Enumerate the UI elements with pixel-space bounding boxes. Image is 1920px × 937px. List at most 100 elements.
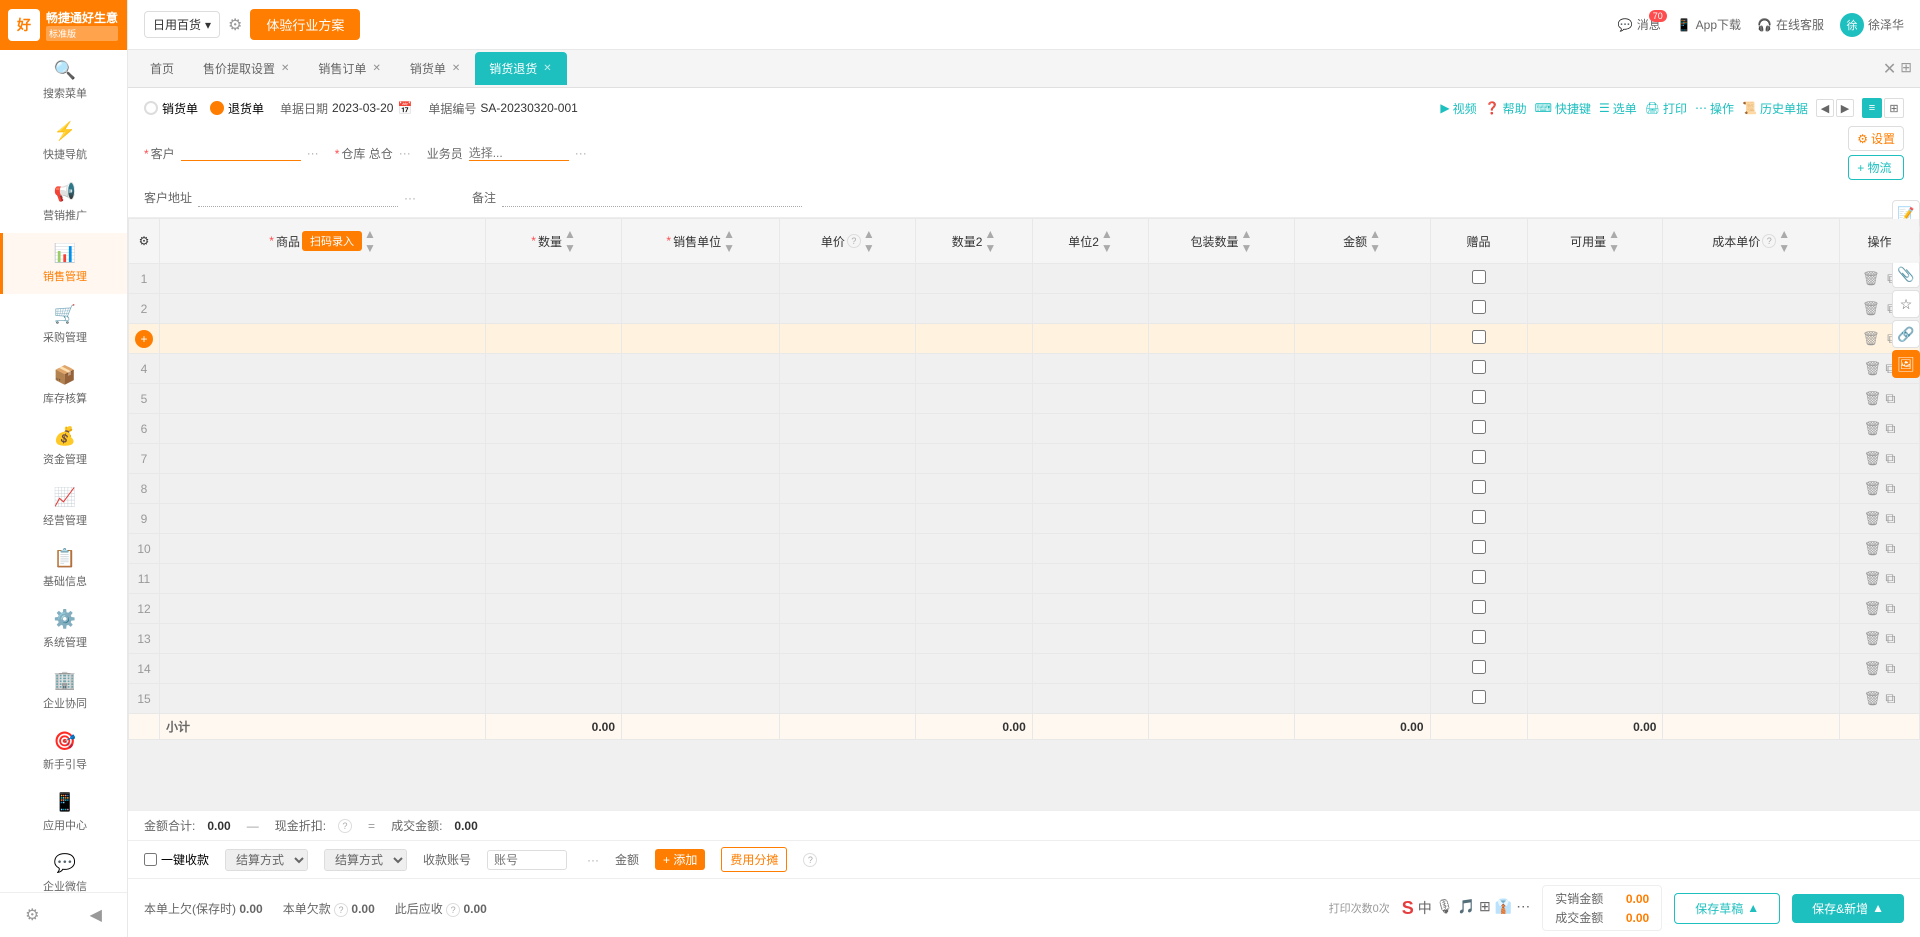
help-icon[interactable]: ? xyxy=(847,234,861,248)
gift-checkbox[interactable] xyxy=(1472,660,1486,674)
warehouse-select-btn[interactable]: ··· xyxy=(399,146,411,160)
delete-row-btn[interactable]: 🗑 xyxy=(1860,268,1882,289)
copy-row-btn[interactable]: ⧉ xyxy=(1883,658,1897,679)
gift-checkbox[interactable] xyxy=(1472,390,1486,404)
gift-checkbox[interactable] xyxy=(1472,330,1486,344)
add-payment-btn[interactable]: + 添加 xyxy=(655,849,705,870)
remark-input[interactable] xyxy=(502,188,802,207)
sidebar-item-inventory[interactable]: 📦 库存核算 xyxy=(0,355,127,416)
gift-checkbox[interactable] xyxy=(1472,270,1486,284)
rp-star-btn[interactable]: ☆ xyxy=(1892,290,1920,318)
tab-close-icon[interactable]: ✕ xyxy=(543,63,551,74)
experience-plan-button[interactable]: 体验行业方案 xyxy=(250,9,360,40)
tab-close-icon[interactable]: ✕ xyxy=(452,63,460,74)
tab-sales-return[interactable]: 销货退货 ✕ xyxy=(475,52,566,85)
help-icon[interactable]: ? xyxy=(1762,234,1776,248)
gift-checkbox[interactable] xyxy=(1472,360,1486,374)
onepay-checkbox[interactable]: 一键收款 xyxy=(144,851,209,868)
copy-row-btn[interactable]: ⧉ xyxy=(1883,598,1897,619)
product-input-active[interactable] xyxy=(166,332,479,346)
shirt-icon[interactable]: 👔 xyxy=(1495,898,1512,919)
app-download-button[interactable]: 📱 App下载 xyxy=(1677,16,1741,33)
grid-view-btn[interactable]: ⊞ xyxy=(1884,98,1904,118)
tab-close-all-icon[interactable]: ✕ xyxy=(1883,59,1896,79)
sidebar-item-shortcut[interactable]: ⚡ 快捷导航 xyxy=(0,111,127,172)
rp-attach-btn[interactable]: 📎 xyxy=(1892,260,1920,288)
due-help-icon[interactable]: ? xyxy=(446,903,460,917)
radio-return[interactable]: 退货单 xyxy=(210,100,264,117)
customer-input[interactable] xyxy=(181,146,301,161)
copy-row-btn[interactable]: ⧉ xyxy=(1883,478,1897,499)
delete-row-btn[interactable]: 🗑 xyxy=(1862,418,1884,439)
delete-row-btn[interactable]: 🗑 xyxy=(1862,508,1884,529)
sidebar-collapse-btn[interactable]: ◀ xyxy=(86,901,106,929)
copy-row-btn[interactable]: ⧉ xyxy=(1883,628,1897,649)
sidebar-item-operation[interactable]: 📈 经营管理 xyxy=(0,477,127,538)
gift-checkbox[interactable] xyxy=(1472,690,1486,704)
calendar-icon[interactable]: 📅 xyxy=(397,101,412,115)
gift-checkbox[interactable] xyxy=(1472,570,1486,584)
tab-price-settings[interactable]: 售价提取设置 ✕ xyxy=(189,52,304,85)
add-row-icon[interactable]: + xyxy=(135,330,153,348)
delete-row-btn[interactable]: 🗑 xyxy=(1862,448,1884,469)
delete-row-btn[interactable]: 🗑 xyxy=(1860,298,1882,319)
credit-help-icon[interactable]: ? xyxy=(334,903,348,917)
prev-doc-btn[interactable]: ◀ xyxy=(1816,99,1834,117)
select-order-btn[interactable]: ☰ 选单 xyxy=(1599,100,1637,117)
sidebar-item-wechat[interactable]: 💬 企业微信 xyxy=(0,843,127,892)
extra-icon[interactable]: ⋯ xyxy=(1516,898,1530,919)
gift-checkbox[interactable] xyxy=(1472,540,1486,554)
sidebar-item-sales[interactable]: 📊 销售管理 xyxy=(0,233,127,294)
sidebar-settings-btn[interactable]: ⚙ xyxy=(21,901,43,929)
gift-checkbox[interactable] xyxy=(1472,510,1486,524)
copy-row-btn[interactable]: ⧉ xyxy=(1883,418,1897,439)
radio-delivery[interactable]: 销货单 xyxy=(144,100,198,117)
sidebar-item-basic[interactable]: 📋 基础信息 xyxy=(0,538,127,599)
next-doc-btn[interactable]: ▶ xyxy=(1836,99,1854,117)
split-fee-btn[interactable]: 费用分摊 xyxy=(721,847,787,872)
sidebar-item-appstore[interactable]: 📱 应用中心 xyxy=(0,782,127,843)
account-select-btn[interactable]: ··· xyxy=(587,853,599,867)
tab-sales-order[interactable]: 销售订单 ✕ xyxy=(304,52,395,85)
operate-btn[interactable]: ⋯ 操作 xyxy=(1695,100,1734,117)
history-btn[interactable]: 📜 历史单据 xyxy=(1742,100,1808,117)
copy-row-btn[interactable]: ⧉ xyxy=(1883,688,1897,709)
delete-row-btn[interactable]: 🗑 xyxy=(1862,478,1884,499)
sidebar-item-finance[interactable]: 💰 资金管理 xyxy=(0,416,127,477)
delete-row-btn[interactable]: 🗑 xyxy=(1862,628,1884,649)
onepay-checkbox-input[interactable] xyxy=(144,853,157,866)
music-icon[interactable]: 🎵 xyxy=(1458,898,1475,919)
gift-checkbox[interactable] xyxy=(1472,480,1486,494)
gift-checkbox[interactable] xyxy=(1472,450,1486,464)
shortcut-btn[interactable]: ⌨ 快捷键 xyxy=(1535,100,1591,117)
gear-icon[interactable]: ⚙ xyxy=(139,234,150,248)
copy-row-btn[interactable]: ⧉ xyxy=(1883,568,1897,589)
save-draft-button[interactable]: 保存草稿 ▲ xyxy=(1674,893,1780,924)
delete-row-btn[interactable]: 🗑 xyxy=(1862,388,1884,409)
industry-select[interactable]: 日用百货 ▾ xyxy=(144,11,220,38)
tab-close-icon[interactable]: ✕ xyxy=(372,63,380,74)
add-logistics-button[interactable]: + 物流 xyxy=(1848,155,1904,180)
settings-button[interactable]: ⚙ 设置 xyxy=(1848,126,1904,151)
staff-select-btn[interactable]: ··· xyxy=(575,146,587,160)
sidebar-item-purchase[interactable]: 🛒 采购管理 xyxy=(0,294,127,355)
sidebar-item-guide[interactable]: 🎯 新手引导 xyxy=(0,721,127,782)
staff-input[interactable] xyxy=(469,146,569,161)
delete-row-btn[interactable]: 🗑 xyxy=(1862,538,1884,559)
zhong-icon[interactable]: 中 xyxy=(1418,898,1432,919)
copy-row-btn[interactable]: ⧉ xyxy=(1883,388,1897,409)
scan-btn[interactable]: 扫码录入 xyxy=(302,231,362,251)
grid2-icon[interactable]: ⊞ xyxy=(1479,898,1491,919)
sidebar-item-search[interactable]: 🔍 搜索菜单 xyxy=(0,50,127,111)
delete-row-btn[interactable]: 🗑 xyxy=(1862,568,1884,589)
copy-row-btn[interactable]: ⧉ xyxy=(1883,508,1897,529)
sidebar-item-marketing[interactable]: 📢 营销推广 xyxy=(0,172,127,233)
video-btn[interactable]: ▶ 视频 xyxy=(1440,100,1476,117)
address-input[interactable] xyxy=(198,188,398,207)
calc-select[interactable]: 结算方式 xyxy=(324,849,407,871)
copy-row-btn[interactable]: ⧉ xyxy=(1883,448,1897,469)
gift-checkbox[interactable] xyxy=(1472,420,1486,434)
delete-row-btn[interactable]: 🗑 xyxy=(1862,598,1884,619)
mic-icon[interactable]: 🎙 xyxy=(1436,898,1454,919)
delete-row-btn[interactable]: 🗑 xyxy=(1860,328,1882,349)
